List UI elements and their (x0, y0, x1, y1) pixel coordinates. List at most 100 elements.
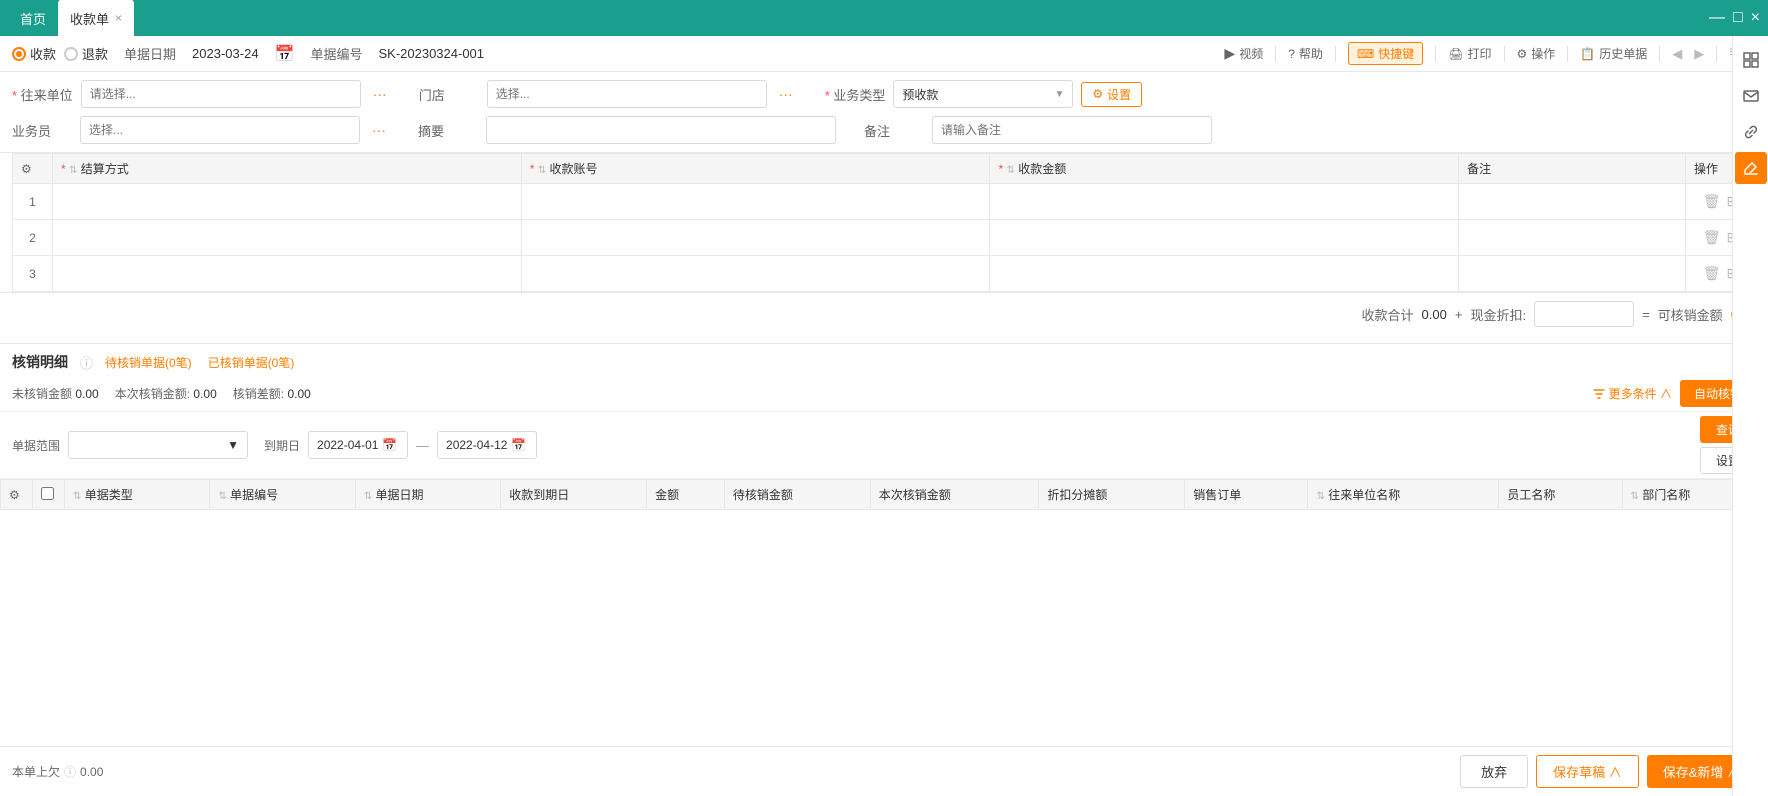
business-type-select[interactable]: 预收款 ▼ (893, 80, 1073, 108)
available-label: 可核销金额 (1658, 305, 1723, 324)
hexiao-header: 核销明细 ⓘ 待核销单据(0笔) 已核销单据(0笔) (0, 344, 1768, 376)
amount-cell[interactable] (990, 256, 1459, 292)
sidebar-table-icon[interactable] (1735, 44, 1767, 76)
summary-input[interactable] (486, 116, 836, 144)
hexiao-table-gear-icon[interactable]: ⚙ (9, 488, 20, 502)
counterparty-more-btn[interactable]: ··· (369, 86, 391, 102)
footer-buttons: 放弃 保存草稿 ∧ 保存&新增 ∧ (1460, 755, 1756, 788)
col-pending-amount: 待核销金额 (724, 480, 870, 510)
hexiao-done-tab[interactable]: 已核销单据(0笔) (208, 354, 295, 371)
calendar-icon[interactable]: 📅 (275, 44, 295, 64)
summary-row: 收款合计 0.00 + 现金折扣: = 可核销金额 0.00 (0, 292, 1768, 335)
settlement-cell[interactable] (53, 256, 522, 292)
counterparty-input[interactable] (81, 80, 361, 108)
delete-icon[interactable]: 🗑 (1703, 265, 1721, 282)
hexiao-info-icon[interactable]: ⓘ (80, 353, 93, 372)
amount-cell[interactable] (990, 184, 1459, 220)
number-value: SK-20230324-001 (378, 46, 484, 61)
account-cell[interactable] (521, 220, 990, 256)
col-amount: ⇅ 收款金额 (990, 154, 1459, 184)
footer: 本单上欠 ⓘ 0.00 放弃 保存草稿 ∧ 保存&新增 ∧ (0, 746, 1768, 796)
account-cell[interactable] (521, 256, 990, 292)
arrow-right-icon[interactable]: ▶ (1694, 46, 1704, 62)
limit-label: 本单上欠 (12, 763, 60, 780)
more-conditions-btn[interactable]: 更多条件 ∧ (1593, 385, 1672, 402)
col-doc-type: ⇅ 单据类型 (65, 480, 210, 510)
unchecked-label: 未核销金额 0.00 (12, 385, 99, 402)
remark-cell[interactable] (1459, 256, 1686, 292)
table-gear-icon[interactable]: ⚙ (21, 162, 32, 176)
save-draft-button[interactable]: 保存草稿 ∧ (1536, 755, 1639, 788)
filter-row: 单据范围 ▼ 到期日 2022-04-01 📅 — 2022-04-12 📅 (0, 411, 1768, 479)
operation-btn[interactable]: ⚙ 操作 (1517, 45, 1556, 62)
abandon-button[interactable]: 放弃 (1460, 755, 1528, 788)
amount-cell[interactable] (990, 220, 1459, 256)
date-from-value: 2022-04-01 (317, 438, 378, 452)
hexiao-select-all[interactable] (41, 487, 54, 500)
col-doc-date: ⇅ 单据日期 (355, 480, 500, 510)
close-btn[interactable]: × (1751, 10, 1760, 26)
arrow-left-icon[interactable]: ◀ (1672, 46, 1682, 62)
nav-tab-label: 收款单 (70, 9, 109, 28)
remark-cell[interactable] (1459, 184, 1686, 220)
minimize-btn[interactable]: — (1709, 10, 1725, 26)
account-cell[interactable] (521, 184, 990, 220)
table-row: 2 🗑 ⊞ (13, 220, 1756, 256)
delete-icon[interactable]: 🗑 (1703, 193, 1721, 210)
hexiao-pending-tab[interactable]: 待核销单据(0笔) (105, 354, 192, 371)
shortcut-btn[interactable]: ⌨ 快捷键 (1348, 42, 1423, 65)
print-btn[interactable]: 🖨 打印 (1448, 45, 1491, 62)
salesperson-more-btn[interactable]: ··· (368, 122, 390, 138)
business-type-value: 预收款 (902, 86, 938, 103)
settlement-cell[interactable] (53, 220, 522, 256)
nav-home[interactable]: 首页 (8, 9, 58, 28)
col-sales-order: 销售订单 (1185, 480, 1308, 510)
help-icon: ? (1288, 47, 1295, 61)
settings-button[interactable]: ⚙ 设置 (1081, 82, 1142, 107)
hexiao-table: ⚙ ⇅ 单据类型 ⇅ 单据编号 (0, 479, 1768, 510)
maximize-btn[interactable]: □ (1733, 10, 1743, 26)
col-counterparty: ⇅ 往来单位名称 (1308, 480, 1499, 510)
unchecked-value: 0.00 (75, 387, 98, 401)
video-btn[interactable]: ▶ 视频 (1224, 45, 1263, 62)
row-num: 3 (13, 256, 53, 292)
summary-label: 摘要 (418, 121, 478, 140)
date-from-picker[interactable]: 2022-04-01 📅 (308, 431, 408, 459)
history-btn[interactable]: 📋 历史单据 (1580, 45, 1647, 62)
table-row: 3 🗑 ⊞ (13, 256, 1756, 292)
remark-label: 备注 (864, 121, 924, 140)
limit-value: 0.00 (80, 765, 103, 779)
delete-icon[interactable]: 🗑 (1703, 229, 1721, 246)
radio-refund[interactable]: 退款 (64, 44, 108, 63)
total-label: 收款合计 (1362, 305, 1414, 324)
date-to-picker[interactable]: 2022-04-12 📅 (437, 431, 537, 459)
range-label: 单据范围 (12, 437, 60, 454)
remark-cell[interactable] (1459, 220, 1686, 256)
radio-receipt[interactable]: 收款 (12, 44, 56, 63)
range-select[interactable]: ▼ (68, 431, 248, 459)
nav-tab-close[interactable]: × (115, 11, 122, 25)
store-input[interactable] (487, 80, 767, 108)
window-controls: — □ × (1709, 10, 1760, 26)
col-remark: 备注 (1459, 154, 1686, 184)
toolbar: 收款 退款 单据日期 2023-03-24 📅 单据编号 SK-20230324… (0, 36, 1768, 72)
top-nav: 首页 收款单 × — □ × (0, 0, 1768, 36)
sidebar-mail-icon[interactable] (1735, 80, 1767, 112)
info-icon[interactable]: ⓘ (64, 763, 76, 780)
store-label: 门店 (419, 85, 479, 104)
col-amount: 金额 (647, 480, 725, 510)
remark-input[interactable] (932, 116, 1212, 144)
radio-refund-dot (64, 47, 78, 61)
salesperson-input[interactable] (80, 116, 360, 144)
store-more-btn[interactable]: ··· (775, 86, 797, 102)
diff-label: 核销差额: 0.00 (233, 385, 311, 402)
help-btn[interactable]: ? 帮助 (1288, 45, 1323, 62)
sidebar-link-icon[interactable] (1735, 116, 1767, 148)
current-value: 0.00 (193, 387, 216, 401)
discount-input[interactable] (1534, 301, 1634, 327)
settlement-cell[interactable] (53, 184, 522, 220)
nav-tab-receipt[interactable]: 收款单 × (58, 0, 134, 36)
sidebar-edit-icon[interactable] (1735, 152, 1767, 184)
main-table: ⚙ ⇅ 结算方式 ⇅ 收款账号 ⇅ 收款金额 备注 (12, 153, 1756, 292)
total-value: 0.00 (1422, 307, 1447, 322)
